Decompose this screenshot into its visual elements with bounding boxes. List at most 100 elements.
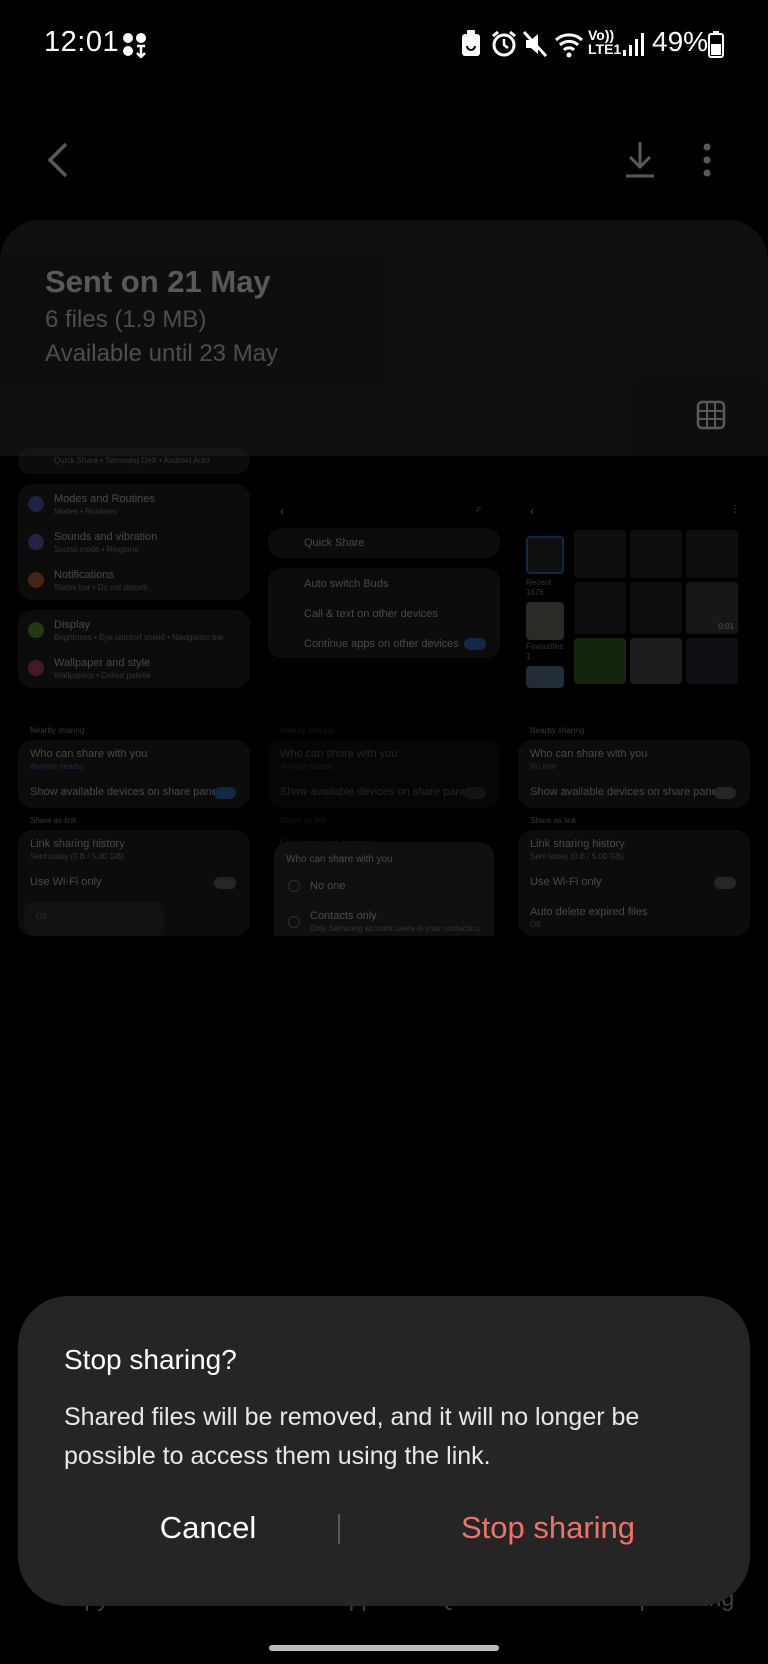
radio-none-icon [288,880,300,892]
photo-4 [574,582,626,634]
sound-icon [28,534,44,550]
wifi-only-toggle [714,877,736,889]
thumb-search-icon: ⌕ [476,504,482,515]
share-as-link-header: Share as link [280,816,327,825]
thumbnail-gallery[interactable]: ‹ ⋮ Recent 1676 Favourites 1 0:01 Nearby… [518,456,750,936]
who-can-share-label: Who can share with you [30,748,148,760]
shared-files-thumbnails: Quick Share • Samsung DeX • Android Auto… [18,448,750,936]
radio-contacts-icon [288,916,300,928]
show-devices-label: Show available devices on share panel [280,786,471,798]
nearby-sharing-card: Who can share with you Anyone nearby Sho… [18,740,250,808]
settings-item-title: Wallpaper and style [54,657,151,669]
nearby-sharing-header: Nearby sharing [530,726,585,735]
status-bar: 12:01 Vo)) LTE1 49% [0,0,768,92]
battery-percent: 49% [652,26,709,57]
photo-5 [630,582,682,634]
settings-item-title: Sounds and vibration [54,531,158,543]
settings-group-1: Modes and Routines Modes • Routines Soun… [18,484,250,600]
battery-saver-icon [460,30,482,63]
popup-value: Off [36,912,47,921]
devices-card: Auto switch Buds Call & text on other de… [268,568,500,658]
share-files-info: 6 files (1.9 MB) [45,306,207,333]
photo-8 [630,638,682,684]
who-can-share-popup: Who can share with you No one Contacts o… [274,842,494,936]
cancel-button[interactable]: Cancel [48,1496,368,1560]
app-bar [0,120,768,200]
download-icon[interactable] [624,140,656,185]
album-third [526,666,564,688]
network-type-label: Vo)) LTE1 [588,28,621,56]
connections-card: Quick Share • Samsung DeX • Android Auto [18,448,250,474]
album-recent-label: Recent [526,578,552,587]
stop-sharing-dialog: Stop sharing? Shared files will be remov… [18,1296,750,1606]
option-no-one: No one [310,880,346,892]
auto-switch-label: Auto switch Buds [304,578,389,590]
popup-menu: Off [24,902,164,936]
photo-3 [686,530,738,578]
button-divider [338,1514,340,1544]
option-contacts-sub: Only Samsung account users in your conta… [310,924,480,933]
show-devices-toggle [464,787,486,799]
video-duration: 0:01 [718,622,734,631]
notifications-icon [28,572,44,588]
who-can-share-label: Who can share with you [530,748,648,760]
photo-6: 0:01 [686,582,738,634]
share-availability: Available until 23 May [45,340,279,367]
who-can-share-label: Who can share with you [280,748,398,760]
link-history-sub: Sent today (0 B / 5.00 GB) [30,852,124,861]
signal-icon [622,30,644,63]
who-can-share-value: No one [530,762,556,771]
home-indicator[interactable] [269,1645,499,1651]
settings-item-sub: Sound mode • Ringtone [54,545,139,554]
thumb-more-icon: ⋮ [730,504,740,515]
wifi-icon [554,30,584,63]
dialog-message: Shared files will be removed, and it wil… [64,1403,640,1470]
album-favourites-count: 1 [526,652,531,661]
album-recent [526,536,564,574]
thumb-back-icon: ‹ [530,504,534,518]
quick-share-card: Quick Share [268,528,500,558]
auto-delete-value: Off [530,920,541,929]
share-link-card: Link sharing history Sent today (0 B / 5… [18,830,250,936]
nearby-sharing-header: Nearby sharing [30,726,85,735]
status-time: 12:01 [44,26,120,58]
wifi-only-label: Use Wi-Fi only [30,876,102,888]
link-history-label: Link sharing history [30,838,125,850]
album-favourites [526,602,564,640]
nearby-sharing-header: Nearby sharing [280,726,335,735]
who-can-share-value: Anyone nearby [280,762,334,771]
wallpaper-icon [28,660,44,676]
option-contacts-only: Contacts only [310,910,377,922]
grid-view-icon[interactable] [696,400,726,435]
photo-1 [574,530,626,578]
alarm-icon [491,30,517,63]
share-as-link-header: Share as link [30,816,77,825]
show-devices-toggle [714,787,736,799]
settings-item-title: Display [54,619,91,631]
settings-item-sub: Brightness • Eye comfort shield • Naviga… [54,633,224,642]
wifi-only-label: Use Wi-Fi only [530,876,602,888]
show-devices-label: Show available devices on share panel [530,786,721,798]
thumbnail-connected-devices[interactable]: ‹ ⌕ Quick Share Auto switch Buds Call & … [268,456,500,936]
nearby-sharing-card: Who can share with you Anyone nearby Sho… [268,740,500,808]
auto-delete-label: Auto delete expired files [530,906,648,918]
share-info-card: Sent on 21 May 6 files (1.9 MB) Availabl… [0,220,768,456]
link-history-sub: Sent today (0 B / 5.00 GB) [530,852,624,861]
connections-sub: Quick Share • Samsung DeX • Android Auto [54,456,210,465]
more-vert-icon[interactable] [702,142,712,183]
back-arrow-icon[interactable] [44,140,70,185]
battery-icon [708,30,724,63]
thumb-back-icon: ‹ [280,504,284,518]
wifi-only-toggle [214,877,236,889]
album-favourites-label: Favourites [526,642,564,651]
lte-label: LTE1 [588,41,622,57]
settings-item-title: Modes and Routines [54,493,155,505]
show-devices-toggle [214,787,236,799]
app-notification-icon [122,32,148,63]
thumbnail-settings[interactable]: Quick Share • Samsung DeX • Android Auto… [18,448,250,936]
display-icon [28,622,44,638]
stop-sharing-button[interactable]: Stop sharing [378,1496,718,1560]
settings-item-sub: Modes • Routines [54,507,117,516]
modes-icon [28,496,44,512]
share-as-link-header: Share as link [530,816,577,825]
